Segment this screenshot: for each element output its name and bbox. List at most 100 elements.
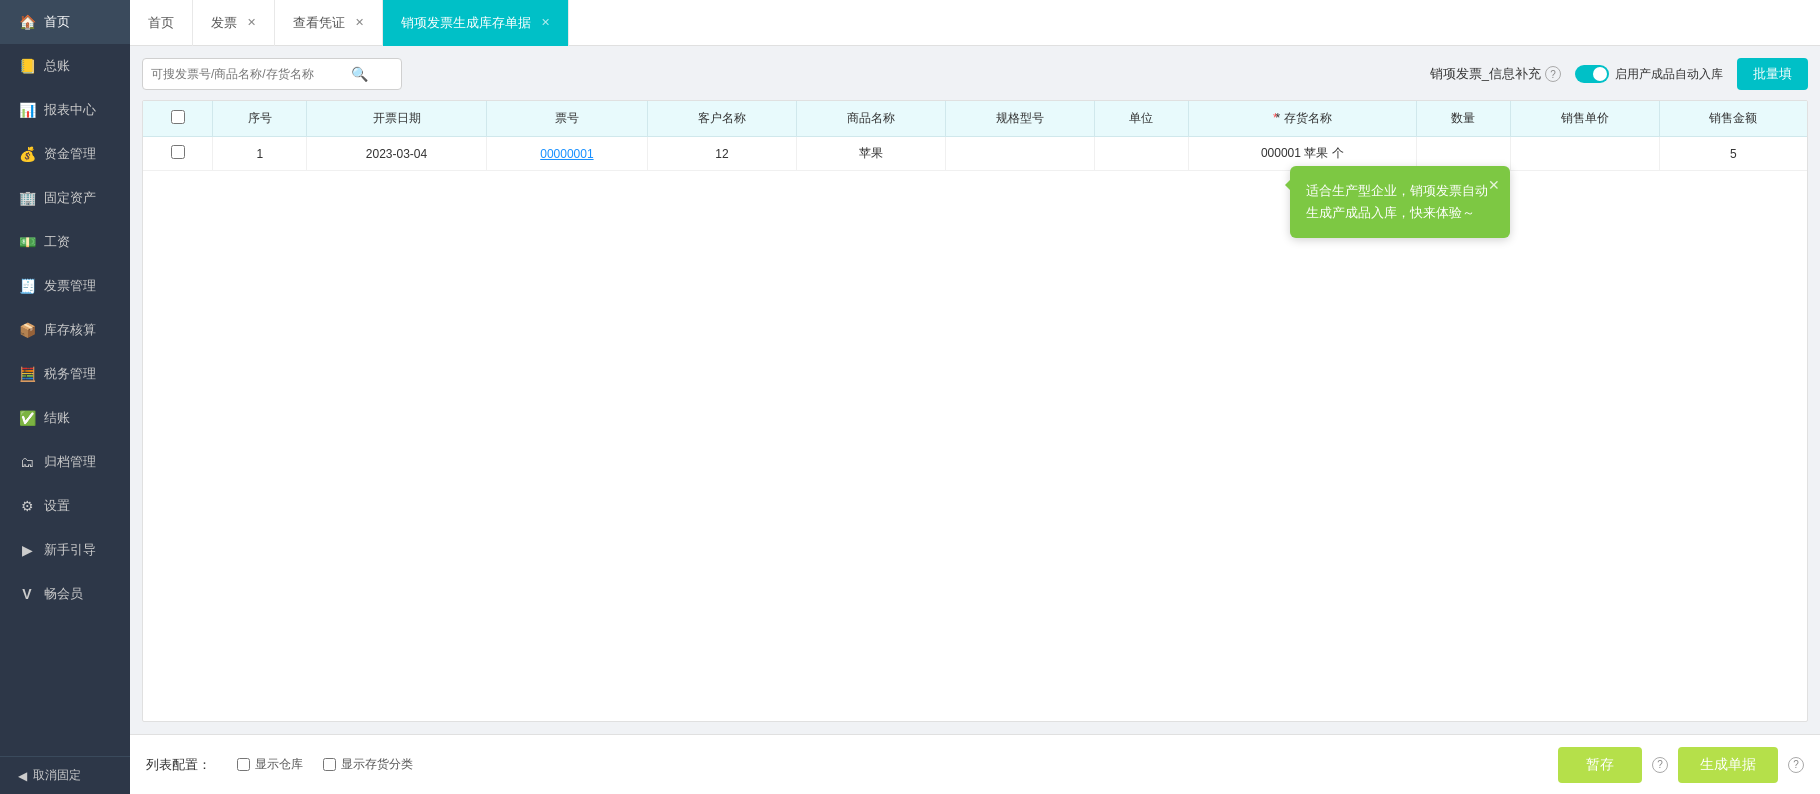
sidebar-item-home[interactable]: 🏠 首页 bbox=[0, 0, 130, 44]
report-icon: 📊 bbox=[18, 102, 36, 118]
sidebar-item-vip-label: 畅会员 bbox=[44, 585, 83, 603]
info-label: 销项发票_信息补充 ? bbox=[1430, 65, 1561, 83]
cancel-fixed-button[interactable]: ◀ 取消固定 bbox=[0, 756, 130, 794]
row-customer: 12 bbox=[648, 137, 797, 171]
content-area: 🔍 销项发票_信息补充 ? 启用产成品自动入库 批量填 bbox=[130, 46, 1820, 734]
cancel-fixed-icon: ◀ bbox=[18, 769, 27, 783]
select-all-checkbox[interactable] bbox=[171, 110, 185, 124]
col-unit: 单位 bbox=[1094, 101, 1188, 137]
sidebar-item-settings-label: 设置 bbox=[44, 497, 70, 515]
generate-info-icon[interactable]: ? bbox=[1788, 757, 1804, 773]
data-table-wrapper: 序号 开票日期 票号 客户名称 商品名称 规格型号 单位 ** 存货名称 数量 … bbox=[142, 100, 1808, 722]
sidebar-item-inventory-label: 库存核算 bbox=[44, 321, 96, 339]
col-product: 商品名称 bbox=[796, 101, 945, 137]
row-seq: 1 bbox=[213, 137, 307, 171]
col-spec: 规格型号 bbox=[945, 101, 1094, 137]
show-category-checkbox-label[interactable]: 显示存货分类 bbox=[323, 756, 413, 773]
sidebar-item-vip[interactable]: V 畅会员 bbox=[0, 572, 130, 616]
sidebar-item-payroll-label: 工资 bbox=[44, 233, 70, 251]
show-warehouse-checkbox[interactable] bbox=[237, 758, 250, 771]
sidebar-item-fund-label: 资金管理 bbox=[44, 145, 96, 163]
sidebar-item-fund[interactable]: 💰 资金管理 bbox=[0, 132, 130, 176]
show-category-checkbox[interactable] bbox=[323, 758, 336, 771]
table-row: 1 2023-03-04 00000001 12 苹果 000001 苹果 个 … bbox=[143, 137, 1807, 171]
batch-fill-button[interactable]: 批量填 bbox=[1737, 58, 1808, 90]
info-icon[interactable]: ? bbox=[1545, 66, 1561, 82]
sidebar-item-archive-label: 归档管理 bbox=[44, 453, 96, 471]
payroll-icon: 💵 bbox=[18, 234, 36, 250]
vip-icon: V bbox=[18, 586, 36, 602]
asset-icon: 🏢 bbox=[18, 190, 36, 206]
sidebar-item-archive[interactable]: 🗂 归档管理 bbox=[0, 440, 130, 484]
tab-voucher-close[interactable]: ✕ bbox=[355, 16, 364, 29]
save-button[interactable]: 暂存 bbox=[1558, 747, 1642, 783]
main-content-wrapper: 🔍 销项发票_信息补充 ? 启用产成品自动入库 批量填 bbox=[130, 46, 1820, 794]
archive-icon: 🗂 bbox=[18, 454, 36, 470]
sidebar-item-payroll[interactable]: 💵 工资 bbox=[0, 220, 130, 264]
sidebar-item-tax-label: 税务管理 bbox=[44, 365, 96, 383]
col-unit-price: 销售单价 bbox=[1510, 101, 1659, 137]
tab-voucher[interactable]: 查看凭证 ✕ bbox=[275, 0, 383, 46]
sidebar-item-close-label: 结账 bbox=[44, 409, 70, 427]
sidebar-item-close[interactable]: ✅ 结账 bbox=[0, 396, 130, 440]
tab-bar: 首页 发票 ✕ 查看凭证 ✕ 销项发票生成库存单据 ✕ bbox=[130, 0, 1820, 46]
row-date: 2023-03-04 bbox=[307, 137, 487, 171]
search-box[interactable]: 🔍 bbox=[142, 58, 402, 90]
generate-button[interactable]: 生成单据 bbox=[1678, 747, 1778, 783]
sidebar-item-inventory[interactable]: 📦 库存核算 bbox=[0, 308, 130, 352]
auto-warehouse-toggle[interactable] bbox=[1575, 65, 1609, 83]
row-checkbox-cell bbox=[143, 137, 213, 171]
tab-voucher-label: 查看凭证 bbox=[293, 14, 345, 32]
cancel-fixed-label: 取消固定 bbox=[33, 767, 81, 784]
fund-icon: 💰 bbox=[18, 146, 36, 162]
home-icon: 🏠 bbox=[18, 14, 36, 30]
col-seq: 序号 bbox=[213, 101, 307, 137]
tab-stock-document[interactable]: 销项发票生成库存单据 ✕ bbox=[383, 0, 569, 46]
ticket-link[interactable]: 00000001 bbox=[540, 147, 593, 161]
tab-invoice-close[interactable]: ✕ bbox=[247, 16, 256, 29]
tab-stock-document-close[interactable]: ✕ bbox=[541, 16, 550, 29]
row-unit bbox=[1094, 137, 1188, 171]
sidebar-item-settings[interactable]: ⚙ 设置 bbox=[0, 484, 130, 528]
sidebar-item-invoice[interactable]: 🧾 发票管理 bbox=[0, 264, 130, 308]
sidebar-item-invoice-label: 发票管理 bbox=[44, 277, 96, 295]
show-warehouse-label: 显示仓库 bbox=[255, 756, 303, 773]
row-product: 苹果 bbox=[796, 137, 945, 171]
toggle-wrap: 启用产成品自动入库 bbox=[1575, 65, 1723, 83]
col-customer: 客户名称 bbox=[648, 101, 797, 137]
row-checkbox[interactable] bbox=[171, 145, 185, 159]
table-header-row: 序号 开票日期 票号 客户名称 商品名称 规格型号 单位 ** 存货名称 数量 … bbox=[143, 101, 1807, 137]
toggle-label: 启用产成品自动入库 bbox=[1615, 66, 1723, 83]
inventory-icon: 📦 bbox=[18, 322, 36, 338]
invoice-icon: 🧾 bbox=[18, 278, 36, 294]
sidebar-item-report[interactable]: 📊 报表中心 bbox=[0, 88, 130, 132]
sidebar-item-asset-label: 固定资产 bbox=[44, 189, 96, 207]
tab-home-label: 首页 bbox=[148, 14, 174, 32]
row-amount: 5 bbox=[1659, 137, 1807, 171]
show-category-label: 显示存货分类 bbox=[341, 756, 413, 773]
close-accounts-icon: ✅ bbox=[18, 410, 36, 426]
show-warehouse-checkbox-label[interactable]: 显示仓库 bbox=[237, 756, 303, 773]
tab-home[interactable]: 首页 bbox=[130, 0, 193, 46]
tooltip-text: 适合生产型企业，销项发票自动生成产成品入库，快来体验～ bbox=[1306, 183, 1488, 220]
bottom-bar: 列表配置： 显示仓库 显示存货分类 暂存 ? 生成单据 ? bbox=[130, 734, 1820, 794]
row-unit-price bbox=[1510, 137, 1659, 171]
sidebar-item-ledger[interactable]: 📒 总账 bbox=[0, 44, 130, 88]
row-spec bbox=[945, 137, 1094, 171]
main-area: 首页 发票 ✕ 查看凭证 ✕ 销项发票生成库存单据 ✕ 🔍 bbox=[130, 0, 1820, 794]
sidebar-item-tax[interactable]: 🧮 税务管理 bbox=[0, 352, 130, 396]
sidebar-item-guide[interactable]: ▶ 新手引导 bbox=[0, 528, 130, 572]
row-ticket-no: 00000001 bbox=[486, 137, 647, 171]
tab-invoice[interactable]: 发票 ✕ bbox=[193, 0, 275, 46]
save-info-icon[interactable]: ? bbox=[1652, 757, 1668, 773]
sidebar-item-home-label: 首页 bbox=[44, 13, 70, 31]
settings-icon: ⚙ bbox=[18, 498, 36, 514]
sidebar: 🏠 首页 📒 总账 📊 报表中心 💰 资金管理 🏢 固定资产 💵 工资 🧾 发票… bbox=[0, 0, 130, 794]
ledger-icon: 📒 bbox=[18, 58, 36, 74]
col-inventory: ** 存货名称 bbox=[1188, 101, 1416, 137]
sidebar-item-asset[interactable]: 🏢 固定资产 bbox=[0, 176, 130, 220]
tooltip-bubble: ✕ 适合生产型企业，销项发票自动生成产成品入库，快来体验～ bbox=[1290, 166, 1510, 238]
tab-stock-document-label: 销项发票生成库存单据 bbox=[401, 14, 531, 32]
search-input[interactable] bbox=[151, 67, 351, 81]
tooltip-close-button[interactable]: ✕ bbox=[1488, 174, 1500, 198]
